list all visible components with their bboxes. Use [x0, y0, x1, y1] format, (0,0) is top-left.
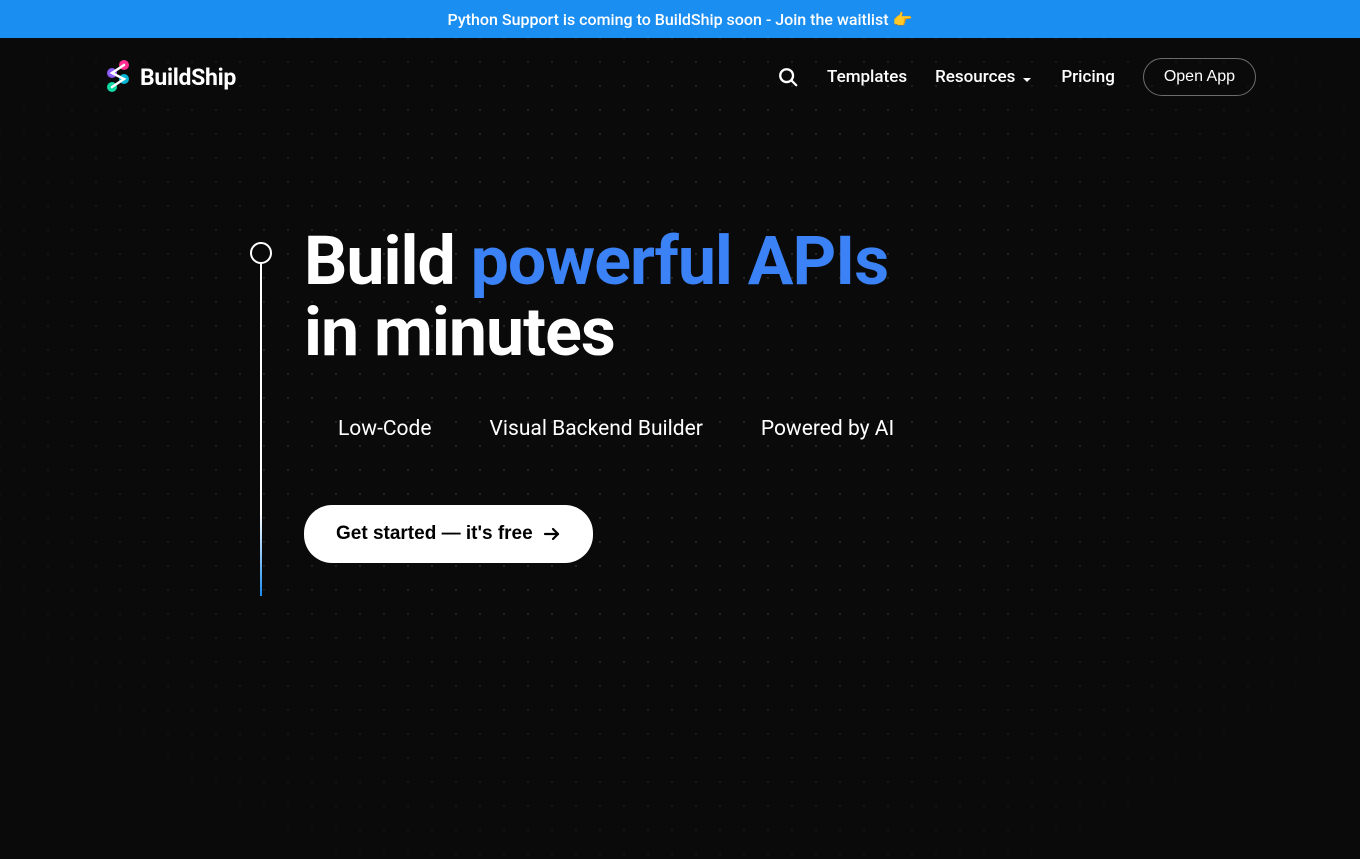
hero-tags: Low-Code Visual Backend Builder Powered …	[304, 417, 1360, 441]
logo-icon	[104, 59, 132, 95]
hero-tag-visual: Visual Backend Builder	[490, 417, 703, 441]
hero-title-accent: powerful APIs	[471, 221, 888, 301]
main-nav: Templates Resources Pricing Open App	[777, 58, 1256, 96]
nav-pricing[interactable]: Pricing	[1061, 67, 1115, 87]
cta-label: Get started — it's free	[336, 523, 533, 545]
hero-tag-lowcode: Low-Code	[338, 417, 432, 441]
announcement-banner[interactable]: Python Support is coming to BuildShip so…	[0, 0, 1360, 38]
hero-content: Build powerful APIs in minutes Low-Code …	[240, 226, 1360, 563]
banner-text: Python Support is coming to BuildShip so…	[448, 10, 913, 29]
chevron-down-icon	[1021, 71, 1033, 83]
logo-text: BuildShip	[140, 64, 236, 91]
nav-resources-label: Resources	[935, 67, 1015, 87]
open-app-label: Open App	[1164, 68, 1235, 85]
nav-pricing-label: Pricing	[1061, 67, 1115, 87]
hero-title: Build powerful APIs in minutes	[304, 226, 1360, 369]
hero-title-prefix: Build	[304, 221, 455, 301]
get-started-button[interactable]: Get started — it's free	[304, 505, 593, 563]
nav-templates[interactable]: Templates	[827, 67, 907, 87]
search-icon[interactable]	[777, 66, 799, 88]
site-header: BuildShip Templates Resources Pricing Op…	[0, 38, 1360, 116]
hero-section: Build powerful APIs in minutes Low-Code …	[0, 116, 1360, 563]
hero-tag-ai: Powered by AI	[761, 417, 894, 441]
arrow-right-icon	[543, 525, 561, 543]
hero-title-suffix: in minutes	[304, 297, 1360, 368]
logo[interactable]: BuildShip	[104, 59, 236, 95]
open-app-button[interactable]: Open App	[1143, 58, 1256, 96]
nav-templates-label: Templates	[827, 67, 907, 87]
nav-resources[interactable]: Resources	[935, 67, 1033, 87]
